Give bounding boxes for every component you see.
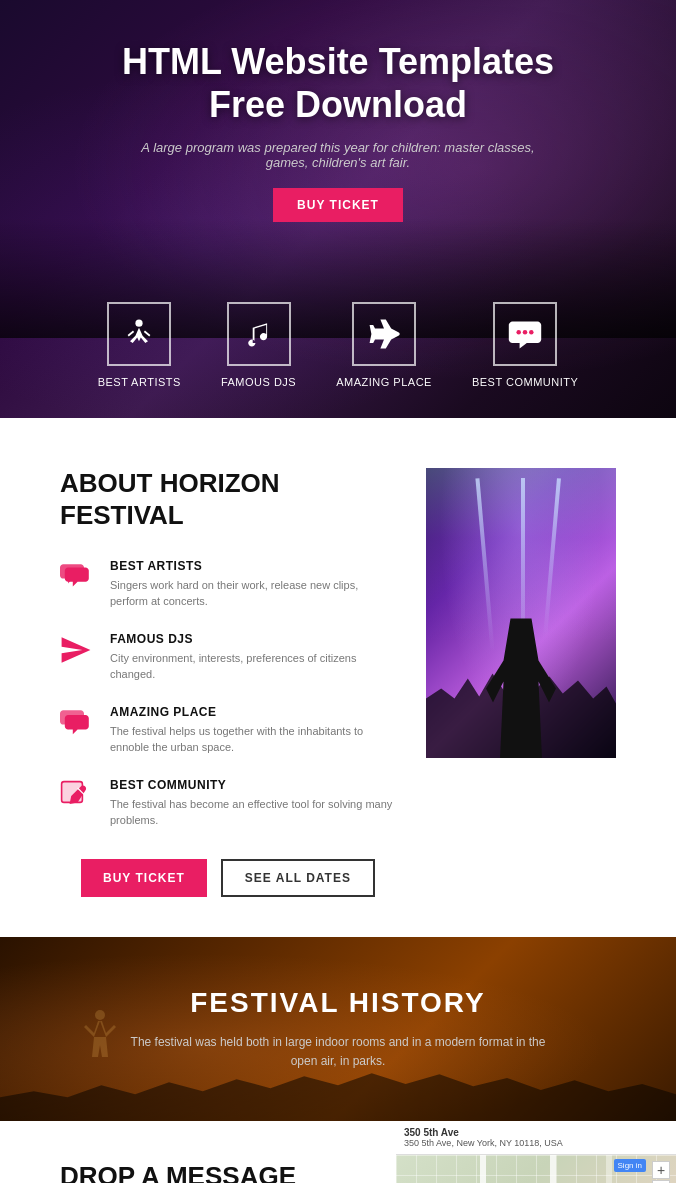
crowd-silhouette-icon (80, 1007, 120, 1067)
about-item-content-best-artists: BEST ARTISTS Singers work hard on their … (110, 559, 396, 610)
hero-icon-famous-djs: FAMOUS DJs (221, 302, 296, 388)
see-all-dates-button[interactable]: SEE ALL DATES (221, 859, 375, 897)
about-chat-icon-1 (60, 559, 96, 595)
hero-icons-row: BEST ARTISTS FAMOUS DJs AMAZING PLACE (0, 302, 676, 418)
best-community-icon-box (493, 302, 557, 366)
map-road-vertical-1 (480, 1155, 486, 1183)
svg-point-0 (136, 320, 143, 327)
map-zoom-controls[interactable]: + − (652, 1161, 670, 1183)
hero-buy-ticket-button[interactable]: BUY TICKET (273, 188, 403, 222)
amazing-place-icon-box (352, 302, 416, 366)
hero-subtitle: A large program was prepared this year f… (128, 140, 548, 170)
map-road-vertical-3 (606, 1155, 612, 1183)
about-buy-ticket-button[interactable]: BUY TICKET (81, 859, 207, 897)
about-chat-icon-2 (60, 705, 96, 741)
hero-icon-best-artists: BEST ARTISTS (98, 302, 181, 388)
about-item-best-community: BEST COMMUNITY The festival has become a… (60, 778, 396, 829)
famous-djs-label: FAMOUS DJs (221, 376, 296, 388)
edit-icon (60, 780, 92, 812)
about-item-content-famous-djs: FAMOUS DJs City environment, interests, … (110, 632, 396, 683)
map-container: 350 5th Ave 350 5th Ave, New York, NY 10… (396, 1121, 676, 1183)
about-best-artists-text: Singers work hard on their work, release… (110, 577, 396, 610)
about-item-content-best-community: BEST COMMUNITY The festival has become a… (110, 778, 396, 829)
about-section: ABOUT HORIZONFESTIVAL BEST ARTISTS Singe… (0, 418, 676, 936)
chat-double-icon (60, 561, 92, 593)
about-famous-djs-text: City environment, interests, preferences… (110, 650, 396, 683)
best-artists-icon-box (107, 302, 171, 366)
music-note-icon (241, 316, 277, 352)
about-item-best-artists: BEST ARTISTS Singers work hard on their … (60, 559, 396, 610)
best-community-label: BEST COMMUNITY (472, 376, 578, 388)
about-item-famous-djs: FAMOUS DJs City environment, interests, … (60, 632, 396, 683)
about-concert-image (426, 468, 616, 758)
hero-icon-best-community: BEST COMMUNITY (472, 302, 578, 388)
about-best-artists-title: BEST ARTISTS (110, 559, 396, 573)
airplane-icon (366, 316, 402, 352)
svg-point-4 (523, 330, 528, 335)
about-pencil-icon (60, 778, 96, 814)
history-section: FESTIVAL HISTORY The festival was held b… (0, 937, 676, 1121)
map-address-sub: 350 5th Ave, New York, NY 10118, USA (404, 1138, 668, 1148)
about-arrow-icon (60, 632, 96, 668)
amazing-place-label: AMAZING PLACE (336, 376, 432, 388)
dancer-icon (121, 316, 157, 352)
chat-bubble-icon (507, 316, 543, 352)
hero-icon-amazing-place: AMAZING PLACE (336, 302, 432, 388)
famous-djs-icon-box (227, 302, 291, 366)
svg-point-3 (517, 330, 522, 335)
paper-plane-icon (60, 634, 92, 666)
contact-form-area: DROP A MESSAGE Phone: +1 (0) 000 0000 00… (0, 1121, 396, 1183)
svg-line-2 (145, 332, 150, 337)
about-image-container (426, 468, 616, 896)
speech-bubble-icon (60, 707, 92, 739)
map-placeholder: 350 5th Ave 350 5th Ave, New York, NY 10… (396, 1121, 676, 1183)
svg-line-1 (128, 332, 133, 337)
about-buttons: BUY TICKET SEE ALL DATES (60, 859, 396, 897)
about-left: ABOUT HORIZONFESTIVAL BEST ARTISTS Singe… (60, 468, 396, 896)
map-zoom-in-button[interactable]: + (652, 1161, 670, 1179)
svg-point-5 (529, 330, 534, 335)
about-item-content-amazing-place: AMAZING PLACE The festival helps us toge… (110, 705, 396, 756)
about-item-amazing-place: AMAZING PLACE The festival helps us toge… (60, 705, 396, 756)
about-title: ABOUT HORIZONFESTIVAL (60, 468, 396, 530)
about-best-community-title: BEST COMMUNITY (110, 778, 396, 792)
about-amazing-place-text: The festival helps us together with the … (110, 723, 396, 756)
about-best-community-text: The festival has become an effective too… (110, 796, 396, 829)
history-text: The festival was held both in large indo… (118, 1033, 558, 1071)
map-address-title: 350 5th Ave (404, 1127, 668, 1138)
svg-point-9 (95, 1010, 105, 1020)
map-signin-badge: Sign in (614, 1159, 646, 1172)
about-famous-djs-title: FAMOUS DJs (110, 632, 396, 646)
about-amazing-place-title: AMAZING PLACE (110, 705, 396, 719)
map-road-vertical-2 (550, 1155, 556, 1183)
contact-section: DROP A MESSAGE Phone: +1 (0) 000 0000 00… (0, 1121, 676, 1183)
hero-title: HTML Website TemplatesFree Download (122, 40, 554, 126)
best-artists-label: BEST ARTISTS (98, 376, 181, 388)
history-title: FESTIVAL HISTORY (190, 987, 485, 1019)
map-body[interactable]: + − Sign in (396, 1155, 676, 1183)
map-header: 350 5th Ave 350 5th Ave, New York, NY 10… (396, 1121, 676, 1155)
contact-title: DROP A MESSAGE (60, 1161, 356, 1183)
hero-section: HTML Website TemplatesFree Download A la… (0, 0, 676, 418)
